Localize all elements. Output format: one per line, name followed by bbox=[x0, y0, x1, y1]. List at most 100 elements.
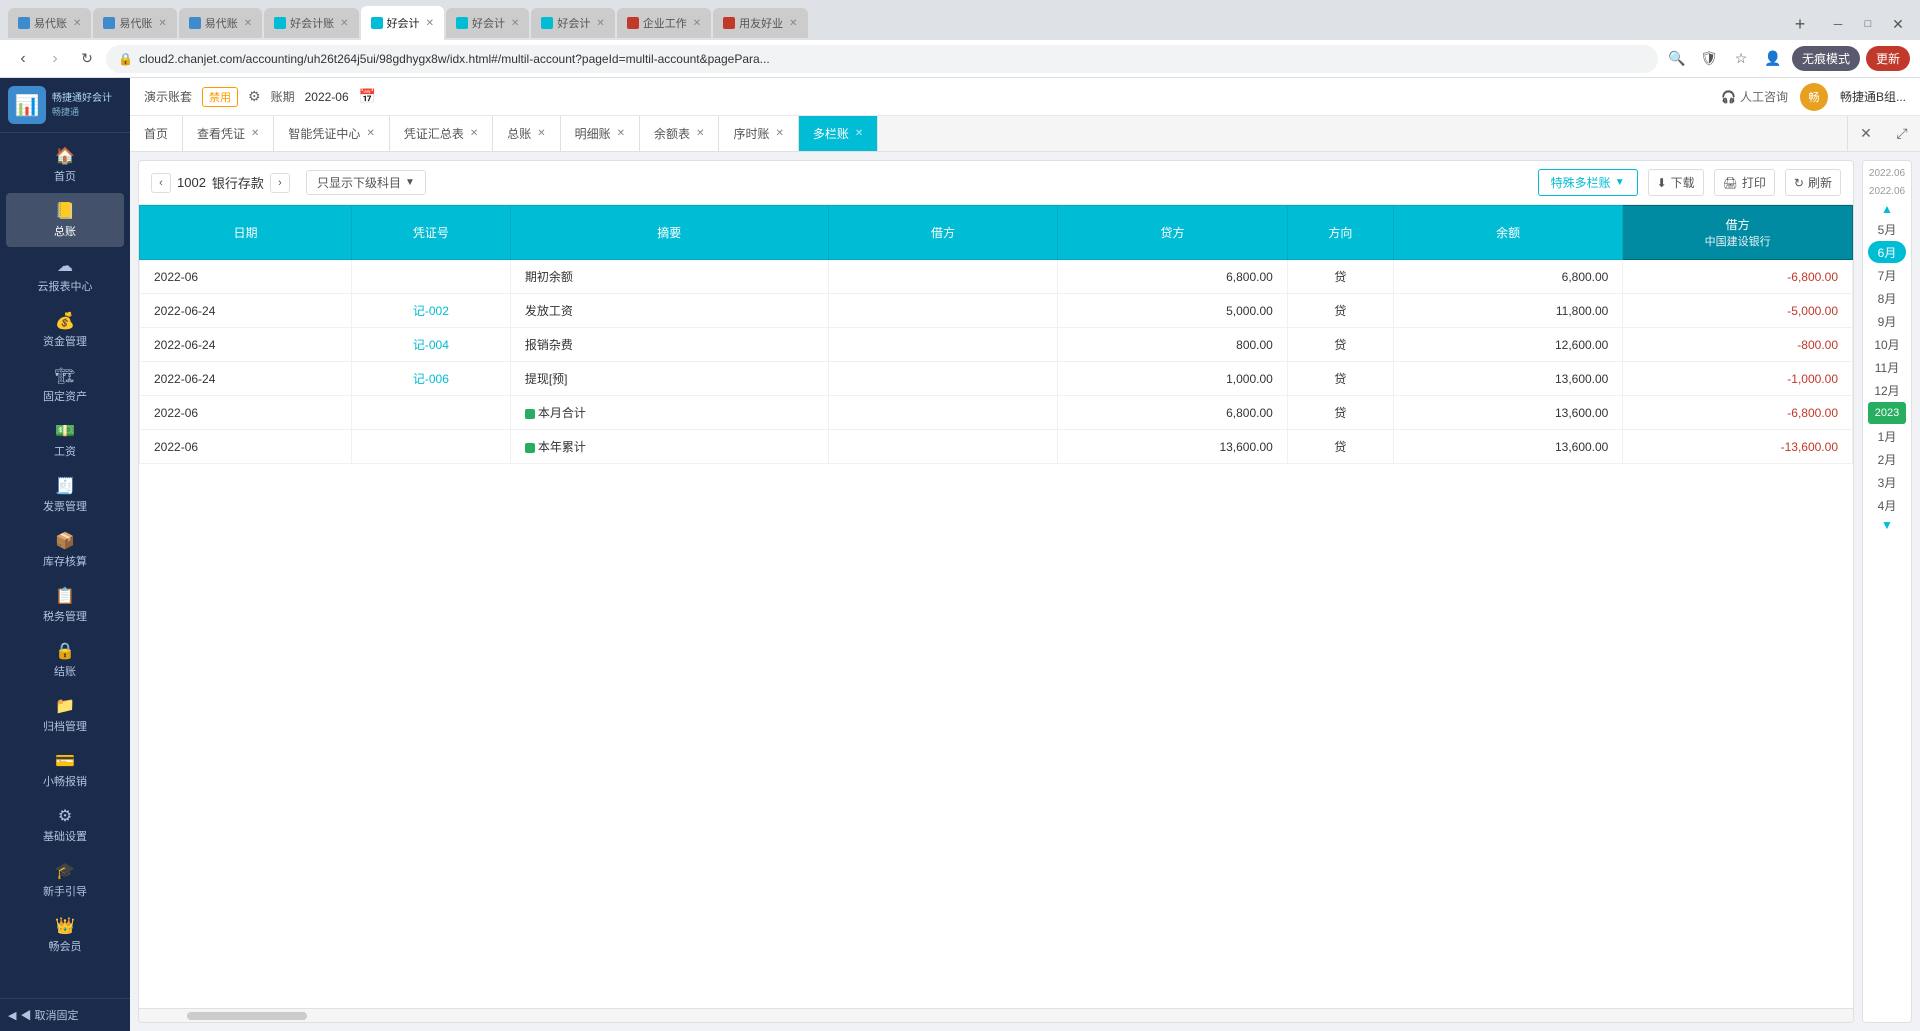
sidebar-item-invoice[interactable]: 🧾发票管理 bbox=[6, 468, 124, 522]
browser-tab-t8[interactable]: 企业工作✕ bbox=[617, 8, 711, 38]
multi-col-btn[interactable]: 特殊多栏账 ▼ bbox=[1538, 169, 1638, 196]
nav-back[interactable]: ‹ bbox=[10, 46, 36, 72]
nav-refresh[interactable]: ↻ bbox=[74, 46, 100, 72]
horizontal-scrollbar-thumb[interactable] bbox=[187, 1012, 307, 1020]
month-item[interactable]: 12月 bbox=[1868, 379, 1906, 401]
demo-badge[interactable]: 禁用 bbox=[202, 87, 238, 107]
new-tab-button[interactable]: + bbox=[1786, 10, 1814, 38]
voucher-link[interactable]: 记-002 bbox=[413, 304, 449, 318]
tab-close-icon[interactable]: ✕ bbox=[340, 18, 348, 29]
sidebar-item-ledger[interactable]: 📒总账 bbox=[6, 193, 124, 247]
tab-close-icon[interactable]: ✕ bbox=[511, 18, 519, 29]
download-btn[interactable]: ⬇ 下载 bbox=[1648, 169, 1704, 196]
expand-tab-btn[interactable]: ⤢ bbox=[1884, 116, 1920, 152]
app-tab-balance[interactable]: 余额表✕ bbox=[640, 116, 719, 152]
scrollbar-area[interactable] bbox=[139, 1008, 1853, 1022]
sidebar-item-expense[interactable]: 💳小畅报销 bbox=[6, 743, 124, 797]
tab-close-icon[interactable]: ✕ bbox=[789, 18, 797, 29]
browser-tab-t7[interactable]: 好会计✕ bbox=[531, 8, 614, 38]
cell-balance: 13,600.00 bbox=[1393, 430, 1623, 464]
search-icon-btn[interactable]: 🔍 bbox=[1664, 46, 1690, 72]
sidebar-item-settings[interactable]: ⚙基础设置 bbox=[6, 798, 124, 852]
voucher-link[interactable]: 记-004 bbox=[413, 338, 449, 352]
sidebar-item-home[interactable]: 🏠首页 bbox=[6, 138, 124, 192]
sidebar-item-archive[interactable]: 📁归档管理 bbox=[6, 688, 124, 742]
app-tab-voucher-summary[interactable]: 凭证汇总表✕ bbox=[390, 116, 493, 152]
tab-close-icon[interactable]: ✕ bbox=[73, 18, 81, 29]
settings-icon[interactable]: ⚙ bbox=[248, 88, 261, 105]
calendar-icon[interactable]: 📅 bbox=[359, 88, 376, 105]
sidebar-item-cloud-report[interactable]: ☁云报表中心 bbox=[6, 248, 124, 302]
consult-btn[interactable]: 🎧 人工咨询 bbox=[1721, 88, 1788, 105]
browser-tab-t9[interactable]: 用友好业✕ bbox=[713, 8, 807, 38]
sidebar-item-inventory[interactable]: 📦库存核算 bbox=[6, 523, 124, 577]
extension-icon[interactable]: 🛡 bbox=[1696, 46, 1722, 72]
sidebar-item-salary[interactable]: 💵工资 bbox=[6, 413, 124, 467]
nav-prev-account[interactable]: ‹ bbox=[151, 173, 171, 193]
tab-close-icon[interactable]: ✕ bbox=[470, 128, 478, 139]
sidebar-item-tax[interactable]: 📋税务管理 bbox=[6, 578, 124, 632]
app-tab-smart-voucher[interactable]: 智能凭证中心✕ bbox=[274, 116, 389, 152]
month-item[interactable]: 2月 bbox=[1868, 448, 1906, 470]
app-tab-vouchers[interactable]: 查看凭证✕ bbox=[183, 116, 274, 152]
sidebar-item-close[interactable]: 🔒结账 bbox=[6, 633, 124, 687]
app-tab-home[interactable]: 首页 bbox=[130, 116, 183, 152]
tab-close-icon[interactable]: ✕ bbox=[617, 128, 625, 139]
update-btn[interactable]: 更新 bbox=[1866, 46, 1910, 71]
close-tab-btn[interactable]: ✕ bbox=[1848, 116, 1884, 152]
minimize-button[interactable]: ─ bbox=[1824, 12, 1852, 36]
tab-close-icon[interactable]: ✕ bbox=[693, 18, 701, 29]
tab-close-icon[interactable]: ✕ bbox=[426, 18, 434, 29]
app-tab-ledger[interactable]: 总账✕ bbox=[493, 116, 560, 152]
app-tab-journal[interactable]: 序时账✕ bbox=[719, 116, 798, 152]
bookmark-icon[interactable]: ☆ bbox=[1728, 46, 1754, 72]
tab-close-icon[interactable]: ✕ bbox=[158, 18, 166, 29]
sidebar-footer[interactable]: ◀ ◀ 取消固定 bbox=[0, 998, 130, 1031]
period-label: 账期 bbox=[271, 88, 295, 105]
print-btn[interactable]: 🖨 打印 bbox=[1714, 169, 1775, 196]
voucher-link[interactable]: 记-006 bbox=[413, 372, 449, 386]
month-item[interactable]: 9月 bbox=[1868, 310, 1906, 332]
sidebar-item-guide[interactable]: 🎓新手引导 bbox=[6, 853, 124, 907]
tab-close-icon[interactable]: ✕ bbox=[775, 128, 783, 139]
year-badge[interactable]: 2023 bbox=[1868, 402, 1906, 424]
month-item[interactable]: 7月 bbox=[1868, 264, 1906, 286]
month-scroll-down[interactable]: ▼ bbox=[1872, 517, 1902, 533]
close-button[interactable]: ✕ bbox=[1884, 12, 1912, 36]
sidebar-item-vip[interactable]: 👑畅会员 bbox=[6, 908, 124, 962]
nav-next-account[interactable]: › bbox=[270, 173, 290, 193]
browser-tab-t2[interactable]: 易代账✕ bbox=[93, 8, 176, 38]
month-item[interactable]: 3月 bbox=[1868, 471, 1906, 493]
month-item[interactable]: 1月 bbox=[1868, 425, 1906, 447]
tab-close-icon[interactable]: ✕ bbox=[596, 18, 604, 29]
stealth-mode-btn[interactable]: 无痕模式 bbox=[1792, 46, 1860, 71]
sidebar-item-funds[interactable]: 💰资金管理 bbox=[6, 303, 124, 357]
tab-close-icon[interactable]: ✕ bbox=[855, 128, 863, 139]
app-tab-multi-col[interactable]: 多栏账✕ bbox=[799, 116, 878, 152]
browser-tab-t5[interactable]: 好会计✕ bbox=[361, 6, 444, 40]
month-item[interactable]: 4月 bbox=[1868, 494, 1906, 516]
browser-tab-t3[interactable]: 易代账✕ bbox=[179, 8, 262, 38]
month-item[interactable]: 8月 bbox=[1868, 287, 1906, 309]
maximize-button[interactable]: □ bbox=[1854, 12, 1882, 36]
nav-forward[interactable]: › bbox=[42, 46, 68, 72]
tab-close-icon[interactable]: ✕ bbox=[251, 128, 259, 139]
month-item[interactable]: 5月 bbox=[1868, 218, 1906, 240]
tab-close-icon[interactable]: ✕ bbox=[696, 128, 704, 139]
sidebar-item-fixed-assets[interactable]: 🏗固定资产 bbox=[6, 358, 124, 412]
month-item[interactable]: 6月 bbox=[1868, 241, 1906, 263]
refresh-btn[interactable]: ↻ 刷新 bbox=[1785, 169, 1841, 196]
tab-close-icon[interactable]: ✕ bbox=[537, 128, 545, 139]
sub-filter-btn[interactable]: 只显示下级科目 ▼ bbox=[306, 170, 426, 195]
browser-tab-t6[interactable]: 好会计✕ bbox=[446, 8, 529, 38]
month-scroll-up[interactable]: ▲ bbox=[1872, 201, 1902, 217]
browser-tab-t1[interactable]: 易代账✕ bbox=[8, 8, 91, 38]
app-tab-detail[interactable]: 明细账✕ bbox=[561, 116, 640, 152]
profile-icon[interactable]: 👤 bbox=[1760, 46, 1786, 72]
browser-tab-t4[interactable]: 好会计账✕ bbox=[264, 8, 358, 38]
month-item[interactable]: 11月 bbox=[1868, 356, 1906, 378]
month-item[interactable]: 10月 bbox=[1868, 333, 1906, 355]
tab-close-icon[interactable]: ✕ bbox=[244, 18, 252, 29]
url-bar[interactable]: 🔒 cloud2.chanjet.com/accounting/uh26t264… bbox=[106, 45, 1658, 73]
tab-close-icon[interactable]: ✕ bbox=[366, 128, 374, 139]
